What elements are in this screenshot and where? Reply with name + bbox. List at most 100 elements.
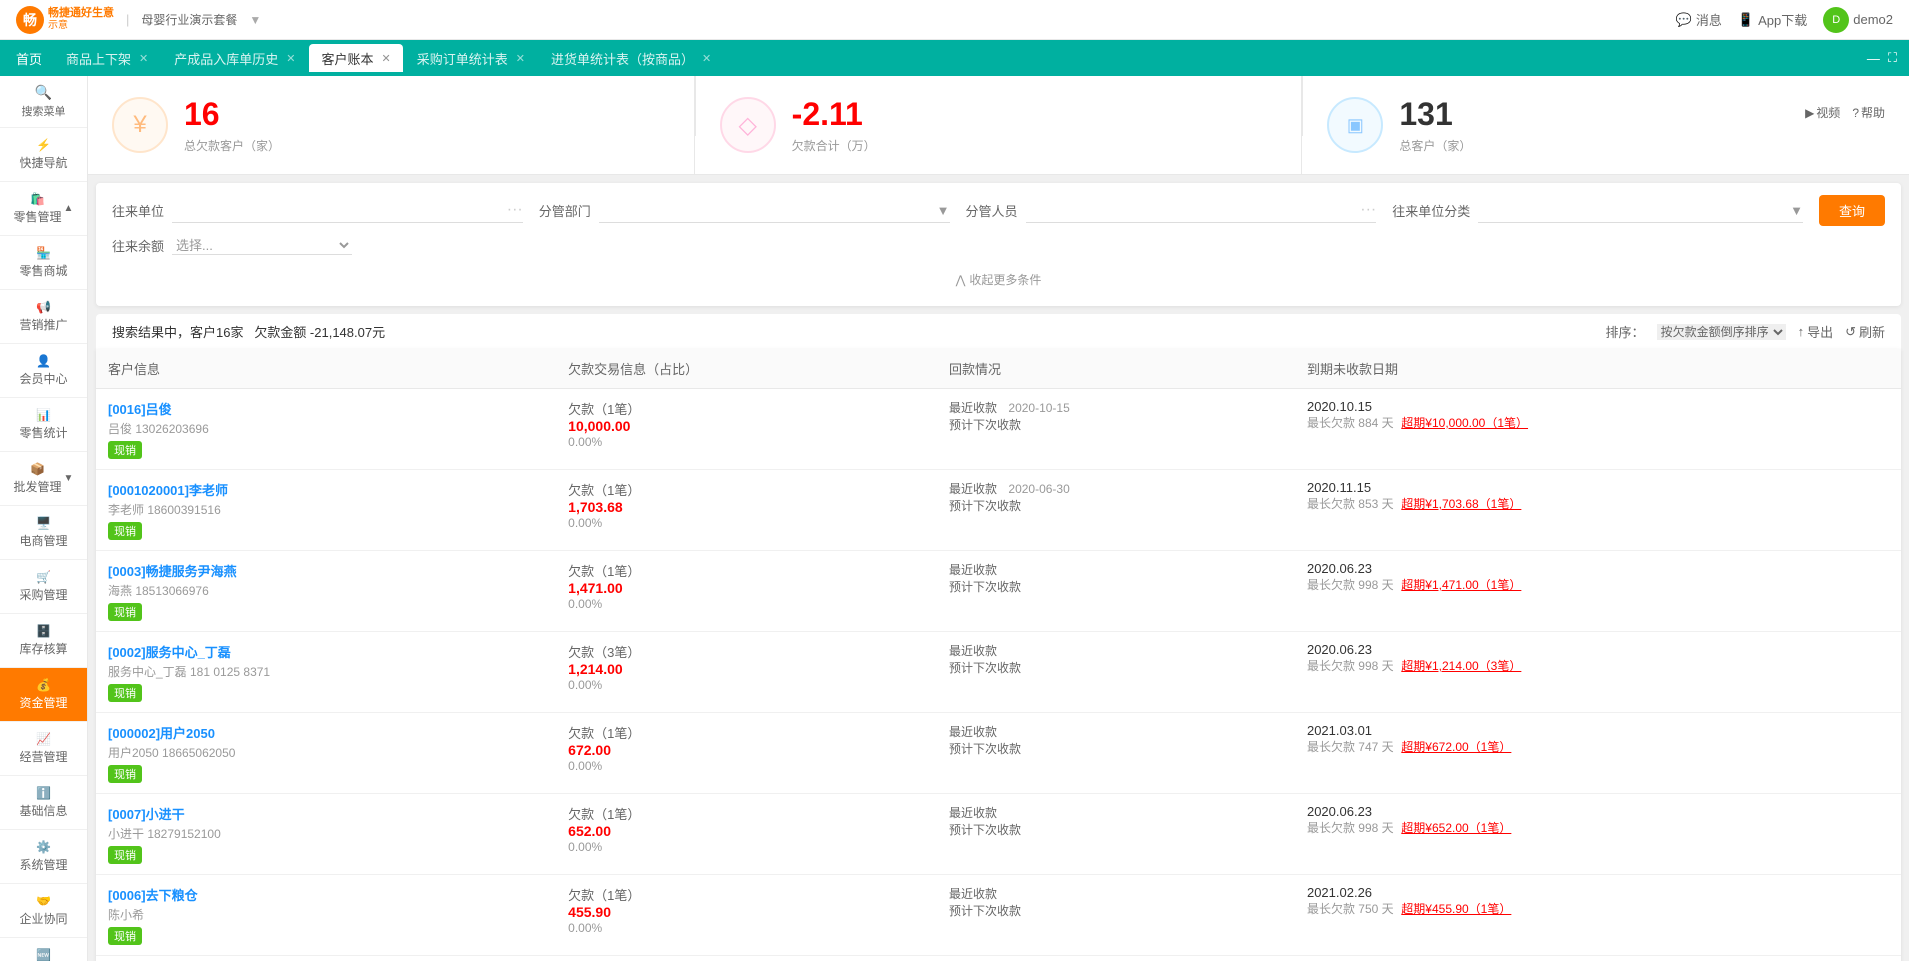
debt-amount-0[interactable]: 10,000.00 <box>568 418 925 434</box>
overdue-link-2[interactable]: 超期¥1,471.00（1笔） <box>1401 578 1521 592</box>
overdue-link-0[interactable]: 超期¥10,000.00（1笔） <box>1401 416 1528 430</box>
close-purchase-history-tab[interactable]: ✕ <box>286 52 295 65</box>
query-button[interactable]: 查询 <box>1819 195 1885 226</box>
table-row: [0001020001]李老师 李老师 18600391516 现销 欠款（1笔… <box>96 470 1901 551</box>
department-label: 分管部门 <box>539 201 591 220</box>
debt-amount-3[interactable]: 1,214.00 <box>568 661 925 677</box>
debt-amount-6[interactable]: 455.90 <box>568 904 925 920</box>
balance-select[interactable]: 选择... <box>172 237 352 254</box>
close-inventory-stat-tab[interactable]: ✕ <box>702 52 711 65</box>
result-actions: 排序： 按欠款金额倒序排序 ↑ 导出 ↺ 刷新 <box>1606 322 1885 341</box>
cell-debt-3: 欠款（3笔） 1,214.00 0.00% <box>556 632 937 713</box>
debt-amount-4[interactable]: 672.00 <box>568 742 925 758</box>
next-payment-0: 预计下次收款 <box>949 416 1283 433</box>
tab-maximize-icon[interactable]: ⛶ <box>1888 50 1897 66</box>
customer-name-6[interactable]: [0006]去下粮仓 <box>108 885 544 904</box>
person-dots[interactable]: ··· <box>1360 201 1376 219</box>
debt-pct-1: 0.00% <box>568 516 602 530</box>
overdue-link-1[interactable]: 超期¥1,703.68（1笔） <box>1401 497 1521 511</box>
tab-purchase-order[interactable]: 采购订单统计表 ✕ <box>405 44 537 72</box>
table-row: [000001]黄思源 黄思源 13552700226 现销 欠款（1笔） 42… <box>96 956 1901 961</box>
sidebar-item-new-guide[interactable]: 🆕 新手引导 <box>0 938 87 961</box>
table-header-row: 客户信息 欠款交易信息（占比） 回款情况 到期未收款日期 <box>96 349 1901 389</box>
sidebar-item-system[interactable]: ⚙️ 系统管理 <box>0 830 87 884</box>
sidebar-item-ecommerce[interactable]: 🖥️ 电商管理 <box>0 506 87 560</box>
unit-category-dropdown-icon[interactable]: ▼ <box>1790 203 1803 218</box>
sidebar-item-retail-mgmt[interactable]: 🛍️ 零售管理 ▲ <box>0 182 87 236</box>
incoming-unit-dots[interactable]: ··· <box>507 201 523 219</box>
customer-sub-2: 海燕 18513066976 <box>108 582 544 599</box>
tab-inventory-stat[interactable]: 进货单统计表（按商品） ✕ <box>539 44 723 72</box>
sidebar-item-basic-info[interactable]: ℹ️ 基础信息 <box>0 776 87 830</box>
overdue-link-6[interactable]: 超期¥455.90（1笔） <box>1401 902 1511 916</box>
sidebar-item-batch-mgmt[interactable]: 📦 批发管理 ▼ <box>0 452 87 506</box>
due-date-0: 2020.10.15 <box>1307 399 1889 414</box>
sidebar-item-capital[interactable]: 💰 资金管理 <box>0 668 87 722</box>
tab-goods[interactable]: 商品上下架 ✕ <box>54 44 160 72</box>
cell-customer-0: [0016]吕俊 吕俊 13026203696 现销 <box>96 389 556 470</box>
tab-customer-account[interactable]: 客户账本 ✕ <box>309 44 402 72</box>
department-dropdown-icon[interactable]: ▼ <box>937 203 950 218</box>
department-input[interactable] <box>599 199 937 222</box>
close-goods-tab[interactable]: ✕ <box>139 52 148 65</box>
tab-purchase-history[interactable]: 产成品入库单历史 ✕ <box>162 44 307 72</box>
sort-label: 排序： <box>1606 322 1645 341</box>
recent-info-2: 最近收款 <box>949 561 1283 578</box>
close-purchase-order-tab[interactable]: ✕ <box>516 52 525 65</box>
sidebar-item-retail-stat[interactable]: 📊 零售统计 <box>0 398 87 452</box>
debt-amount-1[interactable]: 1,703.68 <box>568 499 925 515</box>
incoming-unit-input[interactable] <box>172 199 507 222</box>
overdue-link-5[interactable]: 超期¥652.00（1笔） <box>1401 821 1511 835</box>
tab-home[interactable]: 首页 <box>4 49 54 68</box>
overdue-link-4[interactable]: 超期¥672.00（1笔） <box>1401 740 1511 754</box>
export-btn[interactable]: ↑ 导出 <box>1798 322 1834 341</box>
sort-select[interactable]: 按欠款金额倒序排序 <box>1657 324 1786 340</box>
customer-name-4[interactable]: [000002]用户2050 <box>108 723 544 742</box>
close-customer-account-tab[interactable]: ✕ <box>382 52 391 65</box>
debt-pct-6: 0.00% <box>568 921 602 935</box>
sidebar-item-enterprise-collab[interactable]: 🤝 企业协同 <box>0 884 87 938</box>
unit-category-input[interactable] <box>1478 199 1790 222</box>
collapse-more-btn[interactable]: ⋀ 收起更多条件 <box>112 265 1885 294</box>
message-icon: 💬 <box>1676 12 1692 28</box>
sidebar-item-inventory[interactable]: 🗄️ 库存核算 <box>0 614 87 668</box>
debt-amount-5[interactable]: 652.00 <box>568 823 925 839</box>
debt-count-6: 欠款（1笔） <box>568 885 925 904</box>
video-icon: ▶ <box>1805 106 1814 120</box>
message-btn[interactable]: 💬 消息 <box>1676 10 1722 29</box>
debt-amount-2[interactable]: 1,471.00 <box>568 580 925 596</box>
sidebar-item-quick-nav[interactable]: ⚡ 快捷导航 <box>0 128 87 182</box>
recent-info-4: 最近收款 <box>949 723 1283 740</box>
overdue-link-3[interactable]: 超期¥1,214.00（3笔） <box>1401 659 1521 673</box>
app-download-btn[interactable]: 📱 App下载 <box>1738 10 1807 29</box>
person-input[interactable] <box>1026 199 1361 222</box>
max-overdue-3: 最长欠款 998 天 超期¥1,214.00（3笔） <box>1307 657 1889 674</box>
tab-minimize-icon[interactable]: — <box>1867 51 1880 66</box>
refresh-btn[interactable]: ↺ 刷新 <box>1845 322 1885 341</box>
cell-payment-0: 最近收款 2020-10-15 预计下次收款 <box>937 389 1295 470</box>
total-debt-value: -2.11 <box>792 96 876 133</box>
recent-info-1: 最近收款 2020-06-30 <box>949 480 1283 497</box>
table-row: [0007]小进干 小进干 18279152100 现销 欠款（1笔） 652.… <box>96 794 1901 875</box>
customer-name-0[interactable]: [0016]吕俊 <box>108 399 544 418</box>
customer-name-5[interactable]: [0007]小进干 <box>108 804 544 823</box>
table-row: [0003]畅捷服务尹海燕 海燕 18513066976 现销 欠款（1笔） 1… <box>96 551 1901 632</box>
filter-row-2: 往来余额 选择... <box>112 236 1885 255</box>
logo-icon: 畅 <box>16 6 44 34</box>
max-overdue-6: 最长欠款 750 天 超期¥455.90（1笔） <box>1307 900 1889 917</box>
customer-name-2[interactable]: [0003]畅捷服务尹海燕 <box>108 561 544 580</box>
sidebar-item-member[interactable]: 👤 会员中心 <box>0 344 87 398</box>
sidebar-item-retail-mall[interactable]: 🏪 零售商城 <box>0 236 87 290</box>
cell-debt-1: 欠款（1笔） 1,703.68 0.00% <box>556 470 937 551</box>
sidebar-item-search[interactable]: 🔍 搜索菜单 <box>0 76 87 128</box>
sidebar-item-marketing[interactable]: 📢 营销推广 <box>0 290 87 344</box>
user-avatar-area[interactable]: D demo2 <box>1823 7 1893 33</box>
customer-name-1[interactable]: [0001020001]李老师 <box>108 480 544 499</box>
sidebar-item-purchase-mgmt[interactable]: 🛒 采购管理 <box>0 560 87 614</box>
help-btn[interactable]: ? 帮助 <box>1852 104 1885 121</box>
due-date-1: 2020.11.15 <box>1307 480 1889 495</box>
video-btn[interactable]: ▶ 视频 <box>1805 104 1840 121</box>
logo-text: 畅捷通好生意 <box>48 7 114 20</box>
customer-name-3[interactable]: [0002]服务中心_丁磊 <box>108 642 544 661</box>
sidebar-item-operations[interactable]: 📈 经营管理 <box>0 722 87 776</box>
